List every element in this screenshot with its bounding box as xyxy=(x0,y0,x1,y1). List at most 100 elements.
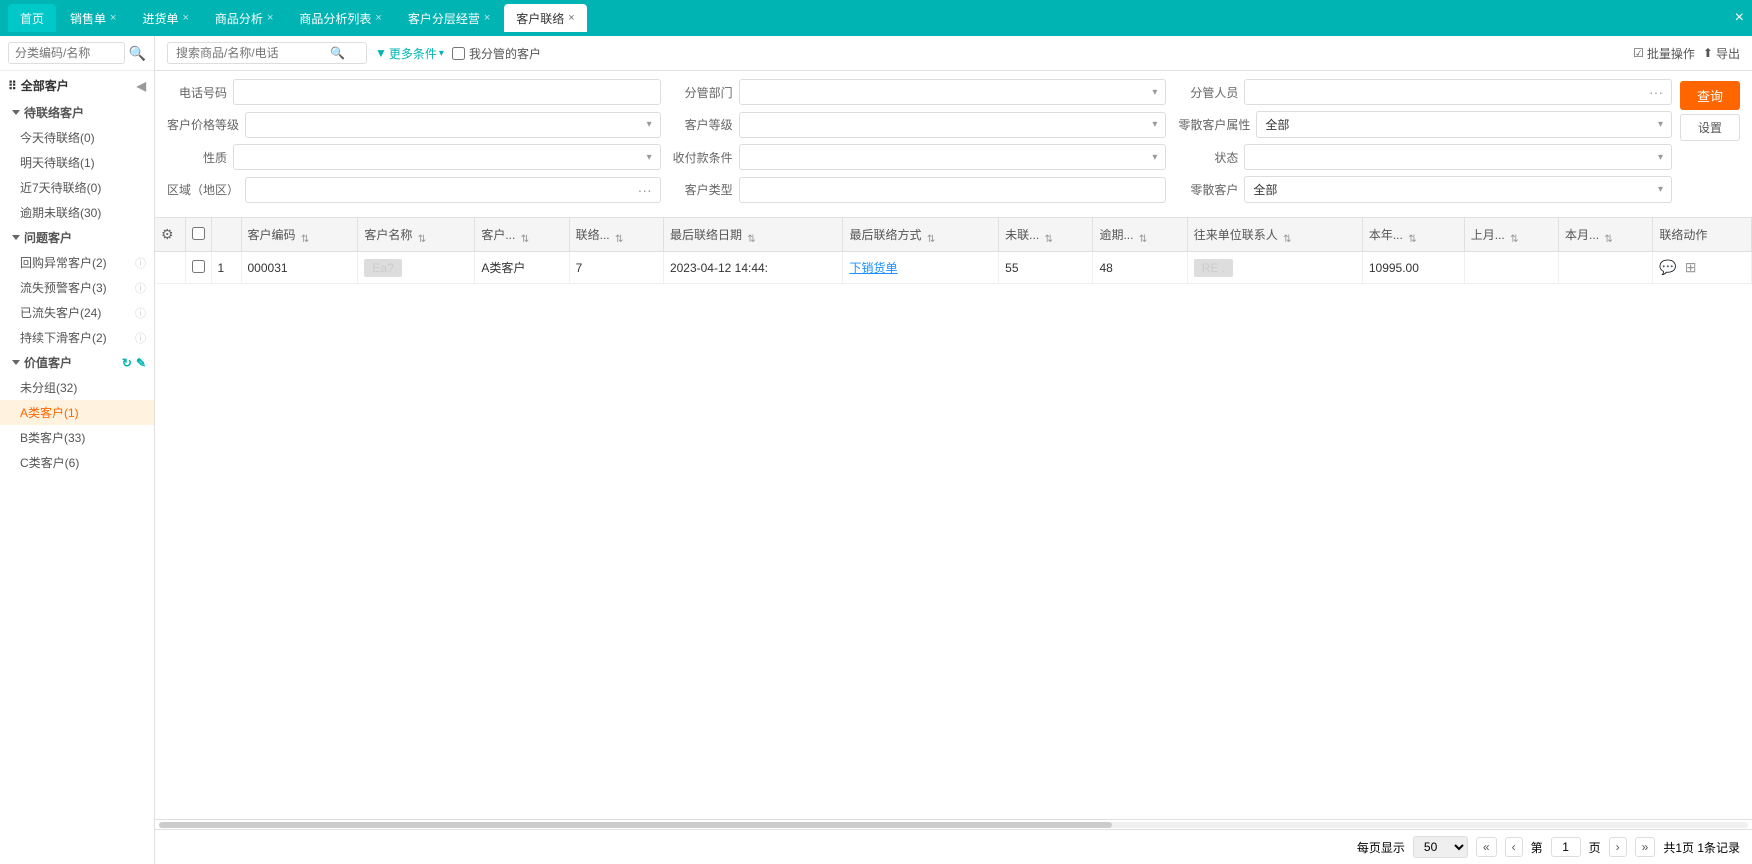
col-unit-contact-sort-icon[interactable] xyxy=(1283,231,1289,241)
sidebar-item-class-b[interactable]: B类客户(33) xyxy=(0,425,154,450)
nav-tab-product-analysis-list-close[interactable]: × xyxy=(375,12,381,24)
next-page-button[interactable]: › xyxy=(1609,837,1627,857)
sidebar-item-class-c[interactable]: C类客户(6) xyxy=(0,450,154,475)
col-contact-sort-icon[interactable] xyxy=(615,231,621,241)
settings-gear-icon[interactable]: ⚙ xyxy=(161,226,174,242)
select-all-checkbox[interactable] xyxy=(192,227,205,240)
scrollbar-thumb[interactable] xyxy=(159,822,1112,828)
sidebar-all-customers-label: 全部客户 xyxy=(21,77,69,94)
col-overdue-sort-icon[interactable] xyxy=(1139,231,1145,241)
row-last-contact-method[interactable]: 下销货单 xyxy=(849,261,897,275)
sidebar-search-input[interactable] xyxy=(8,42,125,64)
col-name-sort-icon[interactable] xyxy=(418,231,424,241)
sidebar-item-near7days[interactable]: 近7天待联络(0) xyxy=(0,175,154,200)
sidebar-item-tomorrow[interactable]: 明天待联络(1) xyxy=(0,150,154,175)
filter-payment-label: 收付款条件 xyxy=(673,149,733,166)
nav-tab-product-analysis-list[interactable]: 商品分析列表 × xyxy=(287,4,393,32)
query-button[interactable]: 查询 xyxy=(1680,81,1740,110)
col-settings[interactable]: ⚙ xyxy=(155,218,185,252)
sidebar-item-unclassified-label: 未分组(32) xyxy=(20,379,146,396)
sidebar-group-problem[interactable]: 问题客户 xyxy=(0,225,154,250)
my-customers-checkbox[interactable] xyxy=(452,47,465,60)
filter-price-level-select[interactable]: ▾ xyxy=(245,112,661,138)
nav-tab-home[interactable]: 首页 xyxy=(8,4,56,32)
col-last-month-label: 上月... xyxy=(1471,228,1505,242)
nav-tab-purchase-close[interactable]: × xyxy=(182,12,188,24)
filter-customer-level-select[interactable]: ▾ xyxy=(739,112,1167,138)
col-code-sort-icon[interactable] xyxy=(301,231,307,241)
sidebar-item-overdue[interactable]: 逾期未联络(30) xyxy=(0,200,154,225)
filter-nature-select[interactable]: ▾ xyxy=(233,144,661,170)
sidebar-group-pending[interactable]: 待联络客户 xyxy=(0,100,154,125)
col-this-month-sort-icon[interactable] xyxy=(1604,231,1610,241)
contact-chart-icon[interactable]: ⊞ xyxy=(1685,259,1697,276)
filter-phone-input[interactable] xyxy=(233,79,661,105)
settings-button[interactable]: 设置 xyxy=(1680,114,1740,141)
filter-retail-customer-select[interactable]: 全部 ▾ xyxy=(1244,176,1672,203)
sidebar-collapse-icon[interactable]: ◀ xyxy=(137,79,146,93)
nav-tab-product-analysis-label: 商品分析 xyxy=(215,10,263,27)
page-number-input[interactable] xyxy=(1551,837,1581,857)
sidebar-search-area: 🔍 xyxy=(0,36,154,71)
page-suffix-label: 页 xyxy=(1589,839,1601,856)
col-category-sort-icon[interactable] xyxy=(521,231,527,241)
sidebar-item-today[interactable]: 今天待联络(0) xyxy=(0,125,154,150)
nav-tab-customer-segment[interactable]: 客户分层经营 × xyxy=(396,4,502,32)
sidebar-group-value[interactable]: 价值客户 ↻ ✎ xyxy=(0,350,154,375)
sidebar-item-repeat-abnormal[interactable]: 回购异常客户(2) ⓘ xyxy=(0,250,154,275)
nav-tab-purchase[interactable]: 进货单 × xyxy=(130,4,200,32)
filter-region-select[interactable]: ··· xyxy=(245,177,661,203)
sidebar-all-customers[interactable]: ⠿ 全部客户 ◀ xyxy=(0,71,154,100)
last-page-button[interactable]: » xyxy=(1635,837,1656,857)
horizontal-scrollbar[interactable] xyxy=(155,819,1752,829)
prev-page-button[interactable]: ‹ xyxy=(1505,837,1523,857)
dropdown-arrow-icon-8: ▾ xyxy=(1658,184,1663,195)
per-page-select[interactable]: 50 100 200 xyxy=(1413,836,1468,858)
col-this-year-sort-icon[interactable] xyxy=(1408,231,1414,241)
export-button[interactable]: ⬆ 导出 xyxy=(1703,45,1740,62)
nav-tab-product-analysis-close[interactable]: × xyxy=(267,12,273,24)
filter-payment-select[interactable]: ▾ xyxy=(739,144,1167,170)
nav-tab-customer-contact-close[interactable]: × xyxy=(568,12,574,24)
col-last-contact-date-sort-icon[interactable] xyxy=(747,231,753,241)
window-close-button[interactable]: × xyxy=(1735,9,1744,27)
col-last-contact-date: 最后联络日期 xyxy=(663,218,843,252)
row-seq: 1 xyxy=(218,261,225,275)
sidebar-item-lost-label: 已流失客户(24) xyxy=(20,304,135,321)
batch-operation-button[interactable]: ☑ 批量操作 xyxy=(1633,45,1695,62)
edit-icon[interactable]: ✎ xyxy=(136,356,146,370)
col-last-contact-method-sort-icon[interactable] xyxy=(927,231,933,241)
first-page-button[interactable]: « xyxy=(1476,837,1497,857)
nav-tab-sales-close[interactable]: × xyxy=(110,12,116,24)
row-unit-contact: RE . xyxy=(1194,259,1233,277)
sidebar-item-unclassified[interactable]: 未分组(32) xyxy=(0,375,154,400)
more-conditions-button[interactable]: ▼ 更多条件 ▾ xyxy=(375,45,444,62)
nav-tab-customer-contact[interactable]: 客户联络 × xyxy=(504,4,586,32)
nav-tab-product-analysis[interactable]: 商品分析 × xyxy=(203,4,285,32)
col-code: 客户编码 xyxy=(241,218,358,252)
sidebar-item-lost-potential[interactable]: 流失预警客户(3) ⓘ xyxy=(0,275,154,300)
sidebar: 🔍 ⠿ 全部客户 ◀ 待联络客户 今天待联络(0) 明天待联络(1) 近7天待联… xyxy=(0,36,155,864)
filter-retail-attr-select[interactable]: 全部 ▾ xyxy=(1256,111,1672,138)
row-checkbox[interactable] xyxy=(192,260,205,273)
contact-message-icon[interactable]: 💬 xyxy=(1659,259,1676,276)
nav-tab-customer-segment-close[interactable]: × xyxy=(484,12,490,24)
filter-person-select[interactable]: ··· xyxy=(1244,79,1672,105)
col-no-contact-sort-icon[interactable] xyxy=(1045,231,1051,241)
filter-customer-type-input[interactable] xyxy=(739,177,1167,203)
refresh-icon[interactable]: ↻ xyxy=(122,356,132,370)
sidebar-item-lost[interactable]: 已流失客户(24) ⓘ xyxy=(0,300,154,325)
filter-status-select[interactable]: ▾ xyxy=(1244,144,1672,170)
filter-dept-select[interactable]: ▾ xyxy=(739,79,1167,105)
filter-price-level: 客户价格等级 ▾ xyxy=(167,112,661,138)
sidebar-item-continuous-decline-label: 持续下滑客户(2) xyxy=(20,329,135,346)
col-last-month-sort-icon[interactable] xyxy=(1510,231,1516,241)
col-no-contact-label: 未联... xyxy=(1005,228,1039,242)
search-submit-icon[interactable]: 🔍 xyxy=(330,46,345,60)
search-input[interactable] xyxy=(176,46,326,60)
nav-tab-sales[interactable]: 销售单 × xyxy=(58,4,128,32)
col-category: 客户... xyxy=(475,218,569,252)
sidebar-item-continuous-decline[interactable]: 持续下滑客户(2) ⓘ xyxy=(0,325,154,350)
sidebar-item-class-a[interactable]: A类客户(1) xyxy=(0,400,154,425)
filter-row-2: 客户价格等级 ▾ 客户等级 ▾ xyxy=(167,111,1672,138)
